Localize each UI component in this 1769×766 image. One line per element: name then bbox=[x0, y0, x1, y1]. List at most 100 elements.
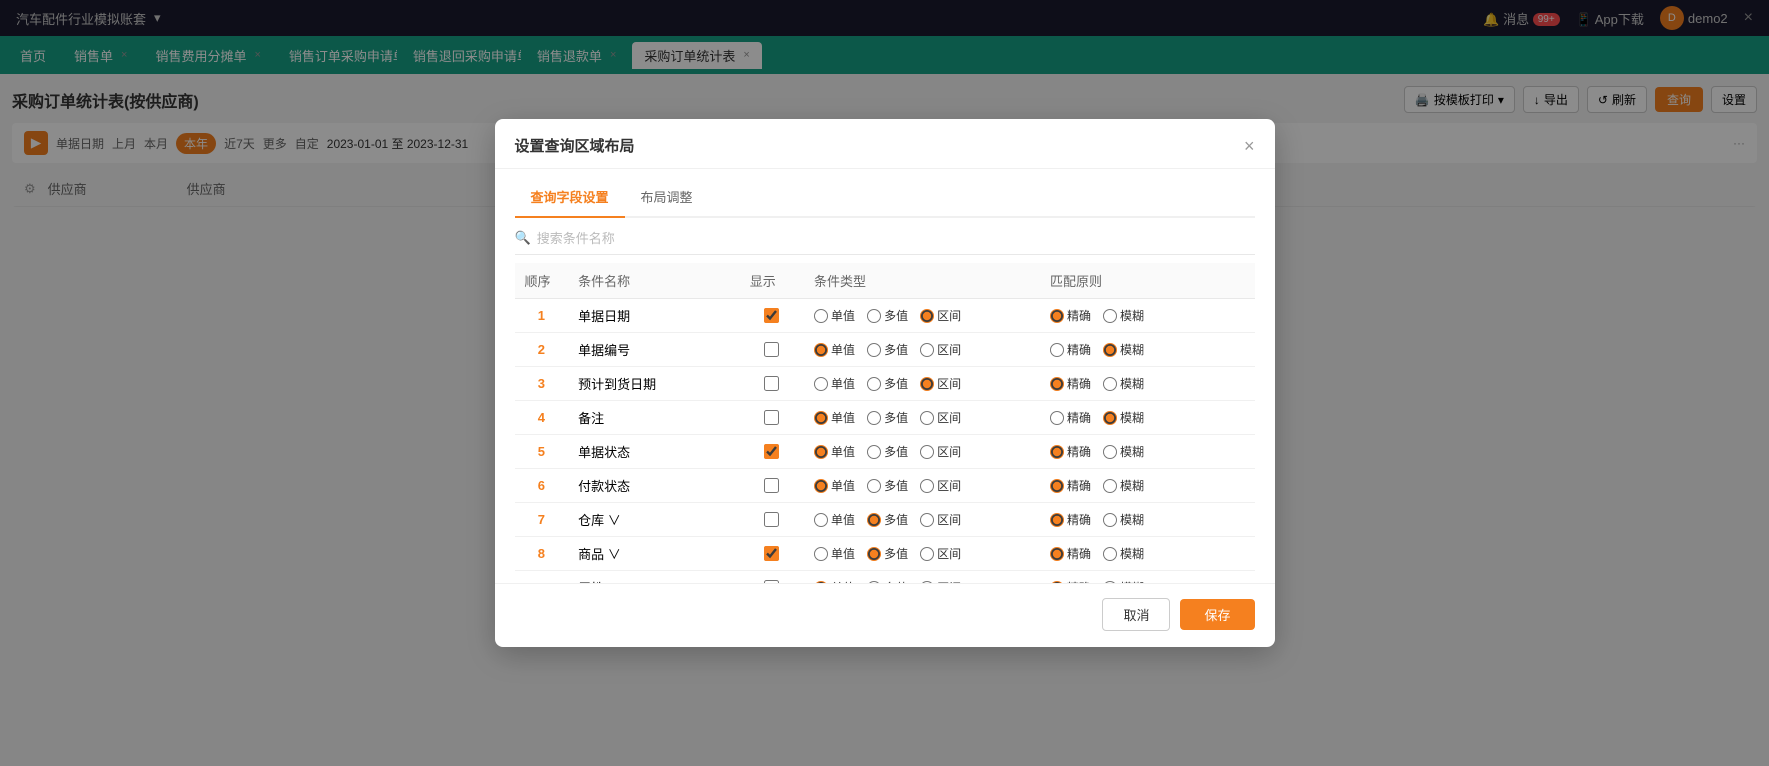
field-type-cell: 单值多值区间 bbox=[804, 299, 1040, 333]
match-radio-item[interactable]: 精确 bbox=[1050, 511, 1091, 528]
match-radio-item[interactable]: 模糊 bbox=[1103, 443, 1144, 460]
type-radio-item[interactable]: 区间 bbox=[920, 443, 961, 460]
field-name: 商品 ∨ bbox=[568, 537, 740, 571]
type-radio-item[interactable]: 多值 bbox=[867, 511, 908, 528]
field-type-cell: 单值多值区间 bbox=[804, 401, 1040, 435]
field-display-checkbox[interactable] bbox=[764, 410, 779, 425]
type-radio-item[interactable]: 多值 bbox=[867, 409, 908, 426]
field-order: 5 bbox=[515, 435, 569, 469]
field-display-cell bbox=[740, 571, 804, 584]
field-type-cell: 单值多值区间 bbox=[804, 571, 1040, 584]
search-input[interactable] bbox=[537, 231, 737, 246]
type-radio-item[interactable]: 区间 bbox=[920, 341, 961, 358]
match-radio-item[interactable]: 精确 bbox=[1050, 545, 1091, 562]
type-radio-item[interactable]: 单值 bbox=[814, 443, 855, 460]
field-display-cell bbox=[740, 299, 804, 333]
type-radio-item[interactable]: 区间 bbox=[920, 307, 961, 324]
dialog-title: 设置查询区域布局 bbox=[515, 135, 635, 156]
dialog-close-btn[interactable]: × bbox=[1244, 137, 1255, 155]
match-radio-item[interactable]: 精确 bbox=[1050, 341, 1091, 358]
field-display-cell bbox=[740, 367, 804, 401]
field-order: 3 bbox=[515, 367, 569, 401]
table-row: 8商品 ∨单值多值区间精确模糊 bbox=[515, 537, 1255, 571]
table-row: 2单据编号单值多值区间精确模糊 bbox=[515, 333, 1255, 367]
field-display-cell bbox=[740, 333, 804, 367]
field-display-checkbox[interactable] bbox=[764, 512, 779, 527]
type-radio-item[interactable]: 单值 bbox=[814, 511, 855, 528]
field-type-cell: 单值多值区间 bbox=[804, 435, 1040, 469]
type-radio-item[interactable]: 区间 bbox=[920, 409, 961, 426]
save-btn[interactable]: 保存 bbox=[1180, 599, 1254, 630]
field-order: 1 bbox=[515, 299, 569, 333]
fields-table-header: 顺序 条件名称 显示 条件类型 匹配原则 bbox=[515, 263, 1255, 299]
match-radio-item[interactable]: 模糊 bbox=[1103, 477, 1144, 494]
field-display-cell bbox=[740, 537, 804, 571]
field-order: 6 bbox=[515, 469, 569, 503]
dialog-header: 设置查询区域布局 × bbox=[495, 119, 1275, 169]
field-name: 单据状态 bbox=[568, 435, 740, 469]
field-order: 9 bbox=[515, 571, 569, 584]
field-order: 4 bbox=[515, 401, 569, 435]
type-radio-item[interactable]: 区间 bbox=[920, 511, 961, 528]
type-radio-item[interactable]: 多值 bbox=[867, 477, 908, 494]
field-display-checkbox[interactable] bbox=[764, 376, 779, 391]
type-radio-item[interactable]: 区间 bbox=[920, 545, 961, 562]
fields-table: 顺序 条件名称 显示 条件类型 匹配原则 1单据日期单值多值区间精确模糊2单据编… bbox=[515, 263, 1255, 583]
field-display-checkbox[interactable] bbox=[764, 546, 779, 561]
field-match-cell: 精确模糊 bbox=[1040, 571, 1255, 584]
match-radio-item[interactable]: 精确 bbox=[1050, 477, 1091, 494]
tab-query-fields[interactable]: 查询字段设置 bbox=[515, 181, 625, 218]
field-type-cell: 单值多值区间 bbox=[804, 537, 1040, 571]
field-display-checkbox[interactable] bbox=[764, 308, 779, 323]
field-type-cell: 单值多值区间 bbox=[804, 367, 1040, 401]
field-match-cell: 精确模糊 bbox=[1040, 503, 1255, 537]
table-row: 4备注单值多值区间精确模糊 bbox=[515, 401, 1255, 435]
type-radio-item[interactable]: 单值 bbox=[814, 307, 855, 324]
modal-overlay: 设置查询区域布局 × 查询字段设置 布局调整 🔍 顺序 bbox=[0, 0, 1769, 766]
type-radio-item[interactable]: 区间 bbox=[920, 477, 961, 494]
type-radio-item[interactable]: 区间 bbox=[920, 375, 961, 392]
fields-table-scroll[interactable]: 顺序 条件名称 显示 条件类型 匹配原则 1单据日期单值多值区间精确模糊2单据编… bbox=[515, 263, 1255, 583]
field-type-cell: 单值多值区间 bbox=[804, 503, 1040, 537]
dialog-body: 查询字段设置 布局调整 🔍 顺序 条件名称 显示 条件类型 bbox=[495, 169, 1275, 583]
match-radio-item[interactable]: 精确 bbox=[1050, 375, 1091, 392]
type-radio-item[interactable]: 单值 bbox=[814, 477, 855, 494]
match-radio-item[interactable]: 模糊 bbox=[1103, 545, 1144, 562]
table-row: 6付款状态单值多值区间精确模糊 bbox=[515, 469, 1255, 503]
match-radio-item[interactable]: 模糊 bbox=[1103, 307, 1144, 324]
match-radio-item[interactable]: 精确 bbox=[1050, 409, 1091, 426]
type-radio-item[interactable]: 多值 bbox=[867, 375, 908, 392]
type-radio-item[interactable]: 单值 bbox=[814, 341, 855, 358]
tab-layout[interactable]: 布局调整 bbox=[625, 181, 709, 218]
th-type: 条件类型 bbox=[804, 263, 1040, 299]
type-radio-item[interactable]: 单值 bbox=[814, 545, 855, 562]
table-row: 7仓库 ∨单值多值区间精确模糊 bbox=[515, 503, 1255, 537]
type-radio-item[interactable]: 多值 bbox=[867, 341, 908, 358]
field-match-cell: 精确模糊 bbox=[1040, 333, 1255, 367]
field-name: 预计到货日期 bbox=[568, 367, 740, 401]
match-radio-item[interactable]: 模糊 bbox=[1103, 511, 1144, 528]
type-radio-item[interactable]: 多值 bbox=[867, 545, 908, 562]
field-display-cell bbox=[740, 401, 804, 435]
field-display-checkbox[interactable] bbox=[764, 342, 779, 357]
type-radio-item[interactable]: 单值 bbox=[814, 409, 855, 426]
match-radio-item[interactable]: 模糊 bbox=[1103, 409, 1144, 426]
match-radio-item[interactable]: 精确 bbox=[1050, 443, 1091, 460]
field-display-checkbox[interactable] bbox=[764, 478, 779, 493]
field-match-cell: 精确模糊 bbox=[1040, 299, 1255, 333]
field-display-checkbox[interactable] bbox=[764, 444, 779, 459]
field-name: 单据日期 bbox=[568, 299, 740, 333]
cancel-btn[interactable]: 取消 bbox=[1102, 598, 1170, 631]
type-radio-item[interactable]: 多值 bbox=[867, 443, 908, 460]
table-row: 1单据日期单值多值区间精确模糊 bbox=[515, 299, 1255, 333]
table-row: 5单据状态单值多值区间精确模糊 bbox=[515, 435, 1255, 469]
field-order: 8 bbox=[515, 537, 569, 571]
table-row: 9属性 ∨单值多值区间精确模糊 bbox=[515, 571, 1255, 584]
match-radio-item[interactable]: 模糊 bbox=[1103, 341, 1144, 358]
match-radio-item[interactable]: 精确 bbox=[1050, 307, 1091, 324]
type-radio-item[interactable]: 单值 bbox=[814, 375, 855, 392]
match-radio-item[interactable]: 模糊 bbox=[1103, 375, 1144, 392]
type-radio-item[interactable]: 多值 bbox=[867, 307, 908, 324]
field-name: 单据编号 bbox=[568, 333, 740, 367]
field-match-cell: 精确模糊 bbox=[1040, 367, 1255, 401]
